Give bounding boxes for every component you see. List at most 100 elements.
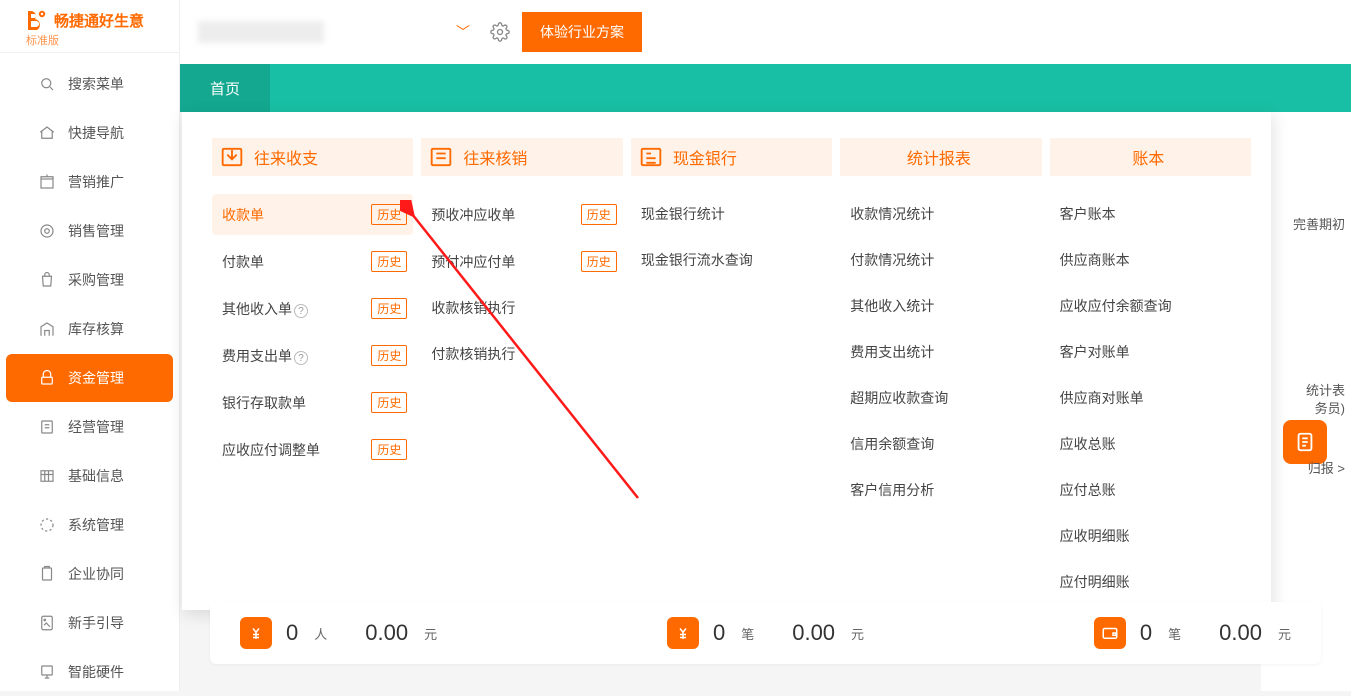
history-tag[interactable]: 历史 xyxy=(371,439,407,460)
menu-item[interactable]: 费用支出单? 历史 xyxy=(212,335,413,376)
menu-item-label: 超期应收款查询 xyxy=(850,388,948,408)
menu-item[interactable]: 应收总账 xyxy=(1050,424,1251,464)
menu-item[interactable]: 供应商对账单 xyxy=(1050,378,1251,418)
menu-item[interactable]: 应收应付余额查询 xyxy=(1050,286,1251,326)
right-text-a: 完善期初 xyxy=(1293,214,1345,233)
brand-name: 畅捷通好生意 xyxy=(54,10,144,31)
menu-item[interactable]: 信用余额查询 xyxy=(840,424,1041,464)
nav-icon xyxy=(38,516,56,534)
nav-icon xyxy=(38,222,56,240)
sidebar-item-1[interactable]: 快捷导航 xyxy=(6,109,173,157)
sidebar: 畅捷通好生意 标准版 搜索菜单快捷导航营销推广销售管理采购管理库存核算资金管理经… xyxy=(0,0,180,691)
menu-item-label: 应付明细账 xyxy=(1060,572,1130,592)
history-tag[interactable]: 历史 xyxy=(581,204,617,225)
menu-item-label: 供应商账本 xyxy=(1060,250,1130,270)
sidebar-item-7[interactable]: 经营管理 xyxy=(6,403,173,451)
history-tag[interactable]: 历史 xyxy=(371,204,407,225)
sidebar-item-11[interactable]: 新手引导 xyxy=(6,599,173,647)
sidebar-item-10[interactable]: 企业协同 xyxy=(6,550,173,598)
menu-item[interactable]: 超期应收款查询 xyxy=(840,378,1041,418)
right-text-c[interactable]: 归报 > xyxy=(1308,458,1345,477)
menu-item-label: 其他收入统计 xyxy=(850,296,934,316)
nav-icon xyxy=(38,369,56,387)
nav-icon xyxy=(38,663,56,681)
sidebar-item-label: 经营管理 xyxy=(68,417,124,437)
sidebar-item-label: 营销推广 xyxy=(68,172,124,192)
history-tag[interactable]: 历史 xyxy=(581,251,617,272)
menu-item[interactable]: 客户对账单 xyxy=(1050,332,1251,372)
summary-cell-trans1: 0笔 0.00元 xyxy=(667,617,864,649)
menu-item[interactable]: 费用支出统计 xyxy=(840,332,1041,372)
menu-item-label: 客户账本 xyxy=(1060,204,1116,224)
mega-menu: 往来收支收款单历史付款单历史其他收入单?历史费用支出单?历史银行存取款单历史应收… xyxy=(182,112,1271,610)
sidebar-item-0[interactable]: 搜索菜单 xyxy=(6,60,173,108)
history-tag[interactable]: 历史 xyxy=(371,251,407,272)
nav-icon xyxy=(38,565,56,583)
menu-item-label: 现金银行流水查询 xyxy=(641,250,753,270)
menu-item[interactable]: 其他收入统计 xyxy=(840,286,1041,326)
menu-col-2: 现金银行现金银行统计现金银行流水查询 xyxy=(631,138,832,590)
menu-item[interactable]: 应收明细账 xyxy=(1050,516,1251,556)
sidebar-item-9[interactable]: 系统管理 xyxy=(6,501,173,549)
menu-item[interactable]: 客户信用分析 xyxy=(840,470,1041,510)
menu-item[interactable]: 客户账本 xyxy=(1050,194,1251,234)
menu-item-label: 付款单 xyxy=(222,252,264,272)
menu-col-header: 统计报表 xyxy=(840,138,1041,176)
menu-col-header: 账本 xyxy=(1050,138,1251,176)
history-tag[interactable]: 历史 xyxy=(371,345,407,366)
menu-item[interactable]: 收款核销执行 xyxy=(421,288,622,328)
sidebar-item-label: 快捷导航 xyxy=(68,123,124,143)
menu-item[interactable]: 现金银行流水查询 xyxy=(631,240,832,280)
sidebar-item-4[interactable]: 采购管理 xyxy=(6,256,173,304)
menu-item-label: 收款单 xyxy=(222,205,264,225)
menu-item[interactable]: 应收应付调整单历史 xyxy=(212,429,413,470)
menu-item[interactable]: 应付总账 xyxy=(1050,470,1251,510)
gear-icon[interactable] xyxy=(490,22,510,42)
menu-item[interactable]: 付款核销执行 xyxy=(421,334,622,374)
tab-home[interactable]: 首页 xyxy=(180,64,270,112)
org-name-redacted xyxy=(198,21,324,43)
sidebar-item-2[interactable]: 营销推广 xyxy=(6,158,173,206)
menu-item[interactable]: 应付明细账 xyxy=(1050,562,1251,602)
summary-cell-people: 0人 0.00元 xyxy=(240,617,437,649)
cta-button[interactable]: 体验行业方案 xyxy=(522,12,642,52)
menu-item[interactable]: 银行存取款单历史 xyxy=(212,382,413,423)
brand-logo: 畅捷通好生意 标准版 xyxy=(0,0,179,53)
sidebar-item-5[interactable]: 库存核算 xyxy=(6,305,173,353)
menu-item-label: 付款情况统计 xyxy=(850,250,934,270)
menu-item[interactable]: 付款单 历史 xyxy=(212,241,413,282)
sidebar-item-3[interactable]: 销售管理 xyxy=(6,207,173,255)
money-icon xyxy=(667,617,699,649)
sidebar-item-label: 库存核算 xyxy=(68,319,124,339)
menu-item-label: 费用支出单? xyxy=(222,346,308,366)
section-icon xyxy=(218,143,246,171)
help-icon[interactable]: ? xyxy=(294,304,308,318)
help-icon[interactable]: ? xyxy=(294,351,308,365)
nav-icon xyxy=(38,173,56,191)
menu-item[interactable]: 供应商账本 xyxy=(1050,240,1251,280)
money-icon xyxy=(240,617,272,649)
menu-item[interactable]: 其他收入单?历史 xyxy=(212,288,413,329)
menu-item[interactable]: 收款单 历史 xyxy=(212,194,413,235)
menu-item[interactable]: 收款情况统计 xyxy=(840,194,1041,234)
menu-item[interactable]: 付款情况统计 xyxy=(840,240,1041,280)
menu-item-label: 客户信用分析 xyxy=(850,480,934,500)
brand-edition: 标准版 xyxy=(26,32,179,48)
sidebar-item-label: 销售管理 xyxy=(68,221,124,241)
menu-col-1: 往来核销预收冲应收单历史预付冲应付单历史收款核销执行付款核销执行 xyxy=(421,138,622,590)
menu-item[interactable]: 预付冲应付单历史 xyxy=(421,241,622,282)
menu-item[interactable]: 现金银行统计 xyxy=(631,194,832,234)
history-tag[interactable]: 历史 xyxy=(371,298,407,319)
chevron-down-icon[interactable]: ﹀ xyxy=(448,22,478,42)
sidebar-item-6[interactable]: 资金管理 xyxy=(6,354,173,402)
sidebar-item-8[interactable]: 基础信息 xyxy=(6,452,173,500)
sidebar-item-12[interactable]: 智能硬件 xyxy=(6,648,173,696)
sidebar-item-label: 智能硬件 xyxy=(68,662,124,682)
history-tag[interactable]: 历史 xyxy=(371,392,407,413)
nav-icon xyxy=(38,614,56,632)
menu-item[interactable]: 预收冲应收单历史 xyxy=(421,194,622,235)
section-icon xyxy=(427,143,455,171)
summary-footer: 0人 0.00元 0笔 0.00元 0笔 0.00元 xyxy=(210,602,1321,664)
sidebar-nav: 搜索菜单快捷导航营销推广销售管理采购管理库存核算资金管理经营管理基础信息系统管理… xyxy=(0,53,179,696)
menu-item-label: 应付总账 xyxy=(1060,480,1116,500)
